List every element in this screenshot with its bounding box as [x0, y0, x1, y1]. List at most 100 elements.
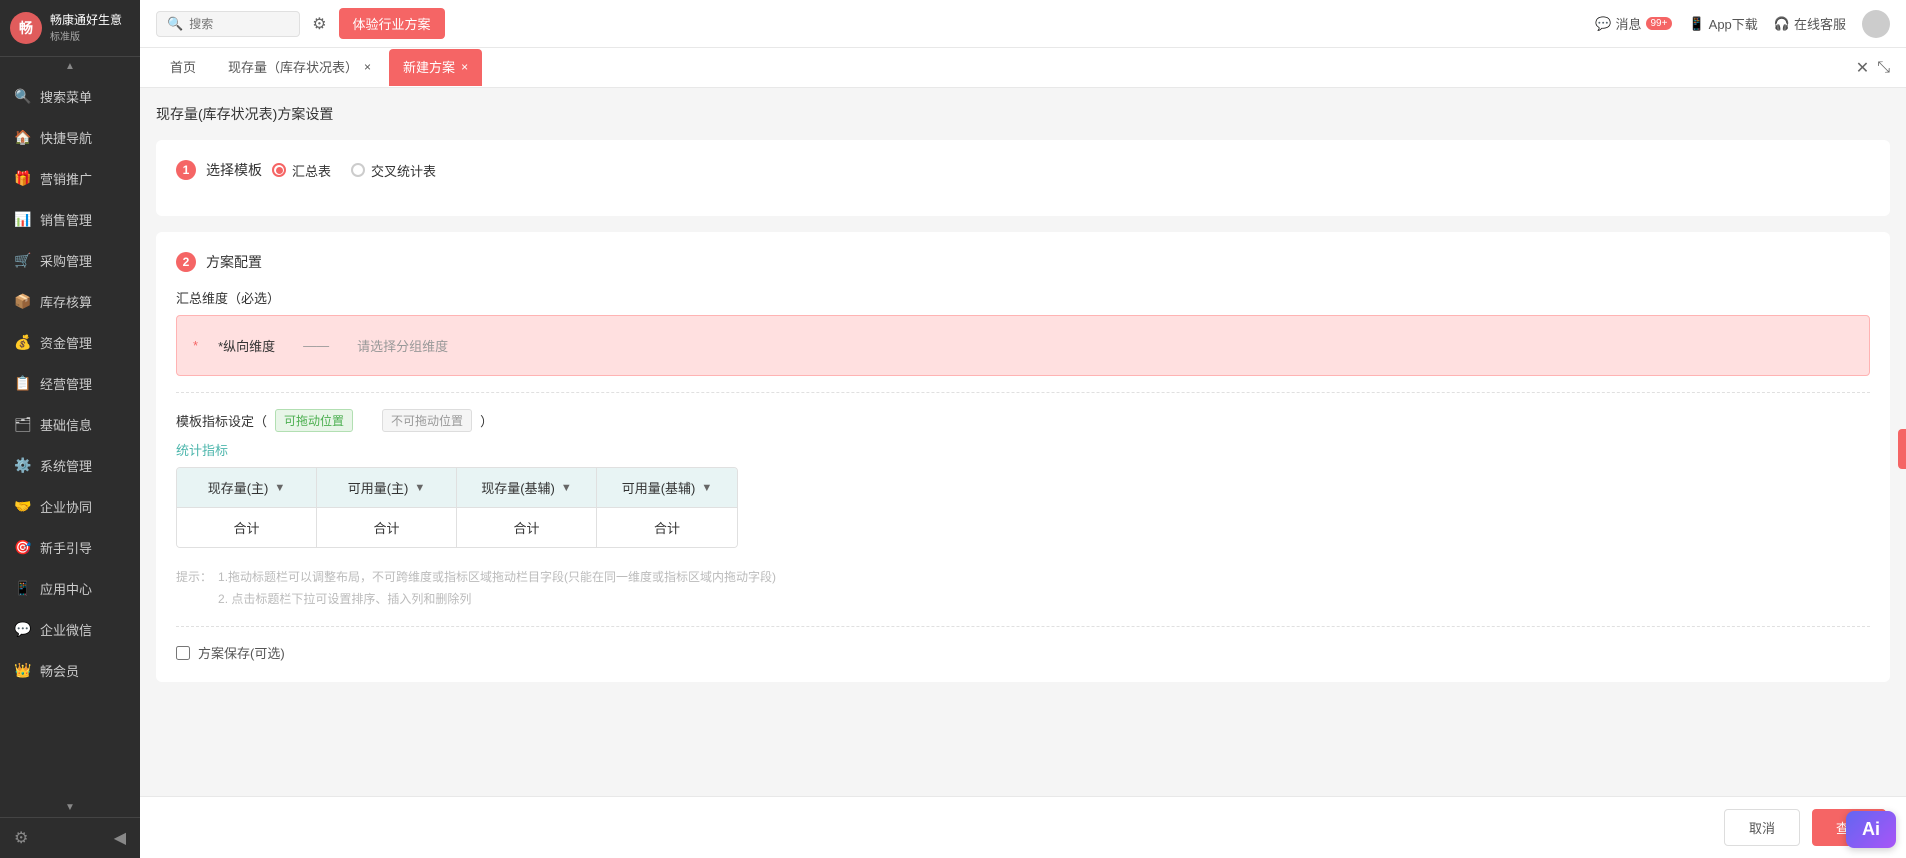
col3-header[interactable]: 现存量(基辅) ▼: [457, 468, 597, 507]
sidebar-item-label: 畅会员: [40, 661, 79, 680]
tab-home[interactable]: 首页: [156, 49, 210, 86]
sidebar-item-label: 库存核算: [40, 292, 92, 311]
sidebar-item-marketing[interactable]: 🎁 营销推广: [0, 158, 140, 199]
phone-icon: 📱: [1688, 16, 1704, 32]
sidebar-item-label: 新手引导: [40, 538, 92, 557]
col2-header[interactable]: 可用量(主) ▼: [317, 468, 457, 507]
radio-summary[interactable]: 汇总表: [272, 161, 331, 180]
stats-table-body: 合计 合计 合计 合计: [177, 507, 737, 547]
col4-header[interactable]: 可用量(基辅) ▼: [597, 468, 737, 507]
stats-table: 现存量(主) ▼ 可用量(主) ▼ 现存量(基辅) ▼ 可用量(基辅): [176, 467, 738, 548]
sidebar-item-finance[interactable]: 💰 资金管理: [0, 322, 140, 363]
cancel-button[interactable]: 取消: [1724, 809, 1800, 846]
system-icon: ⚙️: [14, 457, 32, 475]
tip1-text: 1.拖动标题栏可以调整布局，不可跨维度或指标区域拖动栏目字段(只能在同一维度或指…: [218, 567, 776, 589]
finance-icon: 💰: [14, 334, 32, 352]
indicator-label-text: 模板指标设定（: [176, 411, 267, 430]
radio-summary-label: 汇总表: [292, 161, 331, 180]
sidebar-item-quick-nav[interactable]: 🏠 快捷导航: [0, 117, 140, 158]
tip-label: 提示：: [176, 567, 212, 589]
search-menu-icon: 🔍: [14, 88, 32, 106]
radio-cross[interactable]: 交叉统计表: [351, 161, 436, 180]
dimension-required-area: * *纵向维度 —— 请选择分组维度: [176, 315, 1870, 376]
sidebar-item-label: 应用中心: [40, 579, 92, 598]
sidebar-item-operations[interactable]: 📋 经营管理: [0, 363, 140, 404]
new-guide-icon: 🎯: [14, 539, 32, 557]
sidebar-item-new-guide[interactable]: 🎯 新手引导: [0, 527, 140, 568]
message-item[interactable]: 💬 消息 99+: [1595, 14, 1672, 33]
col2-chevron-icon: ▼: [414, 482, 425, 494]
topbar-right: 💬 消息 99+ 📱 App下载 🎧 在线客服: [1595, 10, 1890, 38]
col3-body: 合计: [457, 507, 597, 547]
app-download-item[interactable]: 📱 App下载: [1688, 14, 1757, 33]
sidebar-item-wechat[interactable]: 💬 企业微信: [0, 609, 140, 650]
sidebar-item-label: 快捷导航: [40, 128, 92, 147]
save-checkbox[interactable]: [176, 646, 190, 660]
sidebar-item-sales[interactable]: 📊 销售管理: [0, 199, 140, 240]
tab-inventory-status[interactable]: 现存量（库存状况表） ×: [214, 49, 385, 86]
sidebar-item-app-center[interactable]: 📱 应用中心: [0, 568, 140, 609]
sidebar-scroll-up[interactable]: ▲: [0, 57, 140, 76]
online-service-label: 在线客服: [1794, 14, 1846, 33]
message-label: 消息: [1615, 14, 1641, 33]
search-icon: 🔍: [167, 16, 183, 32]
tab-new-plan[interactable]: 新建方案 ×: [389, 49, 482, 86]
sidebar-item-inventory[interactable]: 📦 库存核算: [0, 281, 140, 322]
search-input[interactable]: [189, 17, 289, 31]
radio-cross-circle: [351, 163, 365, 177]
trial-industry-button[interactable]: 体验行业方案: [339, 8, 445, 39]
close-tab-button[interactable]: ✕: [1856, 58, 1869, 78]
resize-tab-button[interactable]: ⤡: [1877, 58, 1890, 78]
page-title: 现存量(库存状况表)方案设置: [156, 104, 1890, 124]
settings-gear-icon[interactable]: ⚙: [312, 14, 326, 34]
user-avatar[interactable]: [1862, 10, 1890, 38]
sidebar-item-label: 企业微信: [40, 620, 92, 639]
col1-label: 现存量(主): [208, 478, 269, 497]
speaker-icon[interactable]: ◀: [114, 828, 126, 848]
enterprise-icon: 🤝: [14, 498, 32, 516]
col1-body: 合计: [177, 507, 317, 547]
sidebar-item-membership[interactable]: 👑 畅会员: [0, 650, 140, 691]
settings-icon[interactable]: ⚙: [14, 828, 28, 848]
sidebar-item-enterprise[interactable]: 🤝 企业协同: [0, 486, 140, 527]
step1-title: 选择模板: [206, 160, 262, 180]
indicator-label-sep: [361, 411, 374, 430]
indicator-settings: 模板指标设定（ 可拖动位置 不可拖动位置 ） 统计指标 现存量(主) ▼ 可: [176, 409, 1870, 551]
online-service-item[interactable]: 🎧 在线客服: [1774, 14, 1846, 33]
col2-body: 合计: [317, 507, 457, 547]
app-edition: 标准版: [50, 28, 122, 43]
wechat-icon: 💬: [14, 621, 32, 639]
col4-body: 合计: [597, 507, 737, 547]
tab-inventory-close-icon[interactable]: ×: [364, 60, 371, 74]
marketing-icon: 🎁: [14, 170, 32, 188]
col3-chevron-icon: ▼: [561, 482, 572, 494]
dimension-placeholder[interactable]: 请选择分组维度: [357, 336, 448, 355]
sidebar-item-basic-info[interactable]: 🗂 基础信息: [0, 404, 140, 445]
ai-badge[interactable]: Ai: [1846, 811, 1896, 848]
sidebar-footer: ⚙ ◀: [0, 817, 140, 858]
step2-badge: 2: [176, 252, 196, 272]
sidebar-item-search-menu[interactable]: 🔍 搜索菜单: [0, 76, 140, 117]
dimension-required-label: *纵向维度: [218, 336, 275, 355]
non-draggable-badge: 不可拖动位置: [382, 409, 472, 432]
divider: [176, 392, 1870, 393]
col1-header[interactable]: 现存量(主) ▼: [177, 468, 317, 507]
col3-label: 现存量(基辅): [481, 478, 555, 497]
side-panel-handle[interactable]: [1898, 429, 1906, 469]
tab-new-plan-close-icon[interactable]: ×: [461, 60, 468, 74]
sidebar-item-label: 采购管理: [40, 251, 92, 270]
sidebar-scroll-down[interactable]: ▼: [0, 798, 140, 817]
indicator-label: 模板指标设定（ 可拖动位置 不可拖动位置 ）: [176, 409, 1870, 432]
app-center-icon: 📱: [14, 580, 32, 598]
sidebar-item-system[interactable]: ⚙️ 系统管理: [0, 445, 140, 486]
radio-cross-label: 交叉统计表: [371, 161, 436, 180]
col1-chevron-icon: ▼: [274, 482, 285, 494]
quick-nav-icon: 🏠: [14, 129, 32, 147]
sidebar-item-purchase[interactable]: 🛒 采购管理: [0, 240, 140, 281]
app-logo: 畅 畅康通好生意 标准版: [0, 0, 140, 57]
purchase-icon: 🛒: [14, 252, 32, 270]
sidebar-item-label: 企业协同: [40, 497, 92, 516]
app-name: 畅康通好生意: [50, 13, 122, 29]
topbar: 🔍 ⚙ 体验行业方案 💬 消息 99+ 📱 App下载 🎧 在线客服: [140, 0, 1906, 48]
search-box[interactable]: 🔍: [156, 11, 300, 37]
